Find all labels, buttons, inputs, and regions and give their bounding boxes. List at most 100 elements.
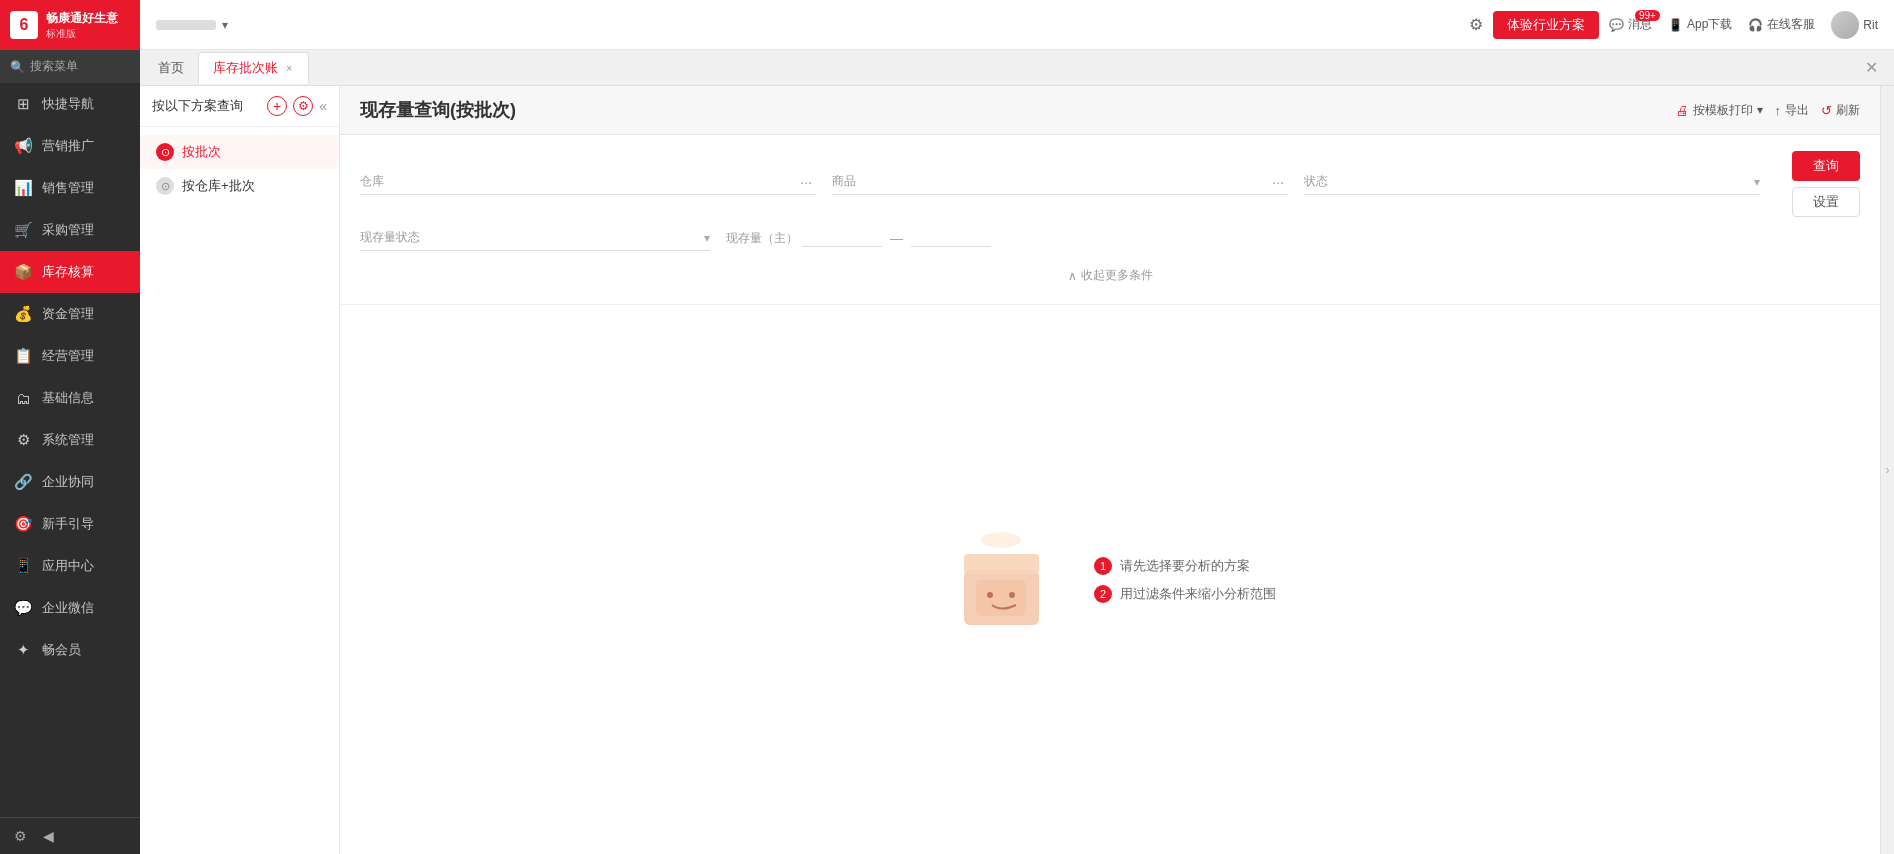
query-btn[interactable]: 查询 bbox=[1792, 151, 1860, 181]
page-content: 按以下方案查询 + ⚙ « ⊙ 按批次 ⊙ 按仓库+批次 bbox=[140, 86, 1894, 854]
sidebar-item-member[interactable]: ✦ 畅会员 bbox=[0, 629, 140, 671]
warehouse-more-icon[interactable]: ··· bbox=[796, 174, 816, 190]
sidebar-item-purchase[interactable]: 🛒 采购管理 bbox=[0, 209, 140, 251]
tab-close-icon[interactable]: × bbox=[284, 61, 294, 75]
sidebar-item-apps[interactable]: 📱 应用中心 bbox=[0, 545, 140, 587]
search-icon: 🔍 bbox=[10, 60, 25, 74]
warehouse-input[interactable] bbox=[388, 175, 796, 189]
sidebar-item-quick-nav[interactable]: ⊞ 快捷导航 bbox=[0, 83, 140, 125]
messages-badge: 99+ bbox=[1635, 10, 1660, 21]
empty-tips: 1 请先选择要分析的方案 2 用过滤条件来缩小分析范围 bbox=[1094, 557, 1276, 603]
scheme-item-0[interactable]: ⊙ 按批次 bbox=[140, 135, 339, 169]
scheme-item-1[interactable]: ⊙ 按仓库+批次 bbox=[140, 169, 339, 203]
sidebar-label-apps: 应用中心 bbox=[42, 557, 94, 575]
sidebar-item-guide[interactable]: 🎯 新手引导 bbox=[0, 503, 140, 545]
scheme-label-0: 按批次 bbox=[182, 143, 221, 161]
panel-close-btn[interactable]: ✕ bbox=[1857, 58, 1886, 77]
quantity-min-input[interactable] bbox=[802, 230, 882, 247]
quantity-max-input[interactable] bbox=[911, 230, 991, 247]
sidebar-icon-member: ✦ bbox=[14, 641, 32, 659]
user-avatar-btn[interactable]: Rit bbox=[1831, 11, 1878, 39]
empty-state: 1 请先选择要分析的方案 2 用过滤条件来缩小分析范围 bbox=[340, 305, 1880, 854]
empty-tip-1: 1 请先选择要分析的方案 bbox=[1094, 557, 1276, 575]
product-input[interactable] bbox=[860, 175, 1268, 189]
app-download-btn[interactable]: 📱 App下载 bbox=[1668, 16, 1732, 33]
print-dropdown-icon: ▾ bbox=[1757, 103, 1763, 117]
sidebar: 6 畅康通好生意 标准版 🔍 搜索菜单 ⊞ 快捷导航 📢 营销推广 📊 销售管理… bbox=[0, 0, 140, 854]
sidebar-label-sales: 销售管理 bbox=[42, 179, 94, 197]
sidebar-item-marketing[interactable]: 📢 营销推广 bbox=[0, 125, 140, 167]
sidebar-icon-quick-nav: ⊞ bbox=[14, 95, 32, 113]
filter-row-1: 仓库 ··· 商品 ··· 状态 ▾ 查询 bbox=[360, 151, 1860, 217]
refresh-icon: ↺ bbox=[1821, 103, 1832, 118]
sidebar-item-sales[interactable]: 📊 销售管理 bbox=[0, 167, 140, 209]
svg-rect-2 bbox=[976, 580, 1026, 616]
sidebar-label-inventory: 库存核算 bbox=[42, 263, 94, 281]
sidebar-item-inventory[interactable]: 📦 库存核算 bbox=[0, 251, 140, 293]
sidebar-icon-guide: 🎯 bbox=[14, 515, 32, 533]
sidebar-label-member: 畅会员 bbox=[42, 641, 81, 659]
sidebar-icon-basic: 🗂 bbox=[14, 389, 32, 407]
sidebar-item-finance[interactable]: 💰 资金管理 bbox=[0, 293, 140, 335]
topbar: ▾ ⚙ 体验行业方案 💬 消息 99+ 📱 App下载 🎧 在线客服 R bbox=[140, 0, 1894, 50]
product-more-icon[interactable]: ··· bbox=[1268, 174, 1288, 190]
status-arrow: ▾ bbox=[1754, 175, 1760, 189]
online-service-btn[interactable]: 🎧 在线客服 bbox=[1748, 16, 1815, 33]
add-icon: + bbox=[273, 99, 281, 113]
empty-tip-2: 2 用过滤条件来缩小分析范围 bbox=[1094, 585, 1276, 603]
left-panel-items: ⊙ 按批次 ⊙ 按仓库+批次 bbox=[140, 127, 339, 211]
scheme-settings-btn[interactable]: ⚙ bbox=[293, 96, 313, 116]
sidebar-label-collab: 企业协同 bbox=[42, 473, 94, 491]
print-btn[interactable]: 🖨 按模板打印 ▾ bbox=[1676, 102, 1763, 119]
sidebar-icon-wechat: 💬 bbox=[14, 599, 32, 617]
sidebar-label-basic: 基础信息 bbox=[42, 389, 94, 407]
trial-btn[interactable]: 体验行业方案 bbox=[1493, 11, 1599, 39]
sidebar-icon-marketing: 📢 bbox=[14, 137, 32, 155]
collapse-more-btn[interactable]: ∧ 收起更多条件 bbox=[360, 263, 1860, 288]
status-filter[interactable]: 状态 ▾ bbox=[1304, 173, 1760, 195]
tab-inventory-batch[interactable]: 库存批次账 × bbox=[198, 52, 309, 84]
sidebar-item-system[interactable]: ⚙ 系统管理 bbox=[0, 419, 140, 461]
sidebar-item-collab[interactable]: 🔗 企业协同 bbox=[0, 461, 140, 503]
add-scheme-btn[interactable]: + bbox=[267, 96, 287, 116]
home-tab-label: 首页 bbox=[158, 59, 184, 77]
scheme-icon-0: ⊙ bbox=[156, 143, 174, 161]
sidebar-label-wechat: 企业微信 bbox=[42, 599, 94, 617]
empty-svg bbox=[944, 520, 1064, 640]
sidebar-search[interactable]: 🔍 搜索菜单 bbox=[0, 50, 140, 83]
page-header-actions: 🖨 按模板打印 ▾ ↑ 导出 ↺ 刷新 bbox=[1676, 102, 1861, 119]
tip1-num: 1 bbox=[1094, 557, 1112, 575]
sidebar-item-wechat[interactable]: 💬 企业微信 bbox=[0, 587, 140, 629]
product-filter: 商品 ··· bbox=[832, 173, 1288, 195]
active-tab-label: 库存批次账 bbox=[213, 59, 278, 77]
filter-settings-btn[interactable]: 设置 bbox=[1792, 187, 1860, 217]
quantity-filter: 现存量（主） — bbox=[726, 230, 1176, 251]
refresh-label: 刷新 bbox=[1836, 102, 1860, 119]
sidebar-icon-operations: 📋 bbox=[14, 347, 32, 365]
app-title-block: 畅康通好生意 标准版 bbox=[46, 10, 118, 41]
right-side-handle[interactable]: › bbox=[1880, 86, 1894, 854]
refresh-btn[interactable]: ↺ 刷新 bbox=[1821, 102, 1860, 119]
sidebar-label-system: 系统管理 bbox=[42, 431, 94, 449]
left-panel-collapse-btn[interactable]: « bbox=[319, 98, 327, 114]
tabbar: 首页 库存批次账 × ✕ bbox=[140, 50, 1894, 86]
sidebar-icon-purchase: 🛒 bbox=[14, 221, 32, 239]
breadcrumb-dropdown[interactable]: ▾ bbox=[222, 18, 228, 32]
sidebar-icon-inventory: 📦 bbox=[14, 263, 32, 281]
breadcrumb-path bbox=[156, 20, 216, 30]
topbar-settings-icon[interactable]: ⚙ bbox=[1469, 15, 1483, 34]
export-label: 导出 bbox=[1785, 102, 1809, 119]
tab-home[interactable]: 首页 bbox=[148, 53, 194, 83]
collapse-sidebar-icon[interactable]: ◀ bbox=[43, 828, 54, 844]
export-btn[interactable]: ↑ 导出 bbox=[1775, 102, 1810, 119]
app-logo: 6 bbox=[10, 11, 38, 39]
settings-bottom-icon[interactable]: ⚙ bbox=[14, 828, 27, 844]
sidebar-item-basic[interactable]: 🗂 基础信息 bbox=[0, 377, 140, 419]
collapse-icon: ∧ bbox=[1068, 269, 1077, 283]
sidebar-icon-finance: 💰 bbox=[14, 305, 32, 323]
scheme-label-1: 按仓库+批次 bbox=[182, 177, 255, 195]
stock-status-filter[interactable]: 现存量状态 ▾ bbox=[360, 229, 710, 251]
messages-btn[interactable]: 💬 消息 99+ bbox=[1609, 16, 1652, 33]
left-panel-title: 按以下方案查询 bbox=[152, 97, 243, 115]
sidebar-item-operations[interactable]: 📋 经营管理 bbox=[0, 335, 140, 377]
